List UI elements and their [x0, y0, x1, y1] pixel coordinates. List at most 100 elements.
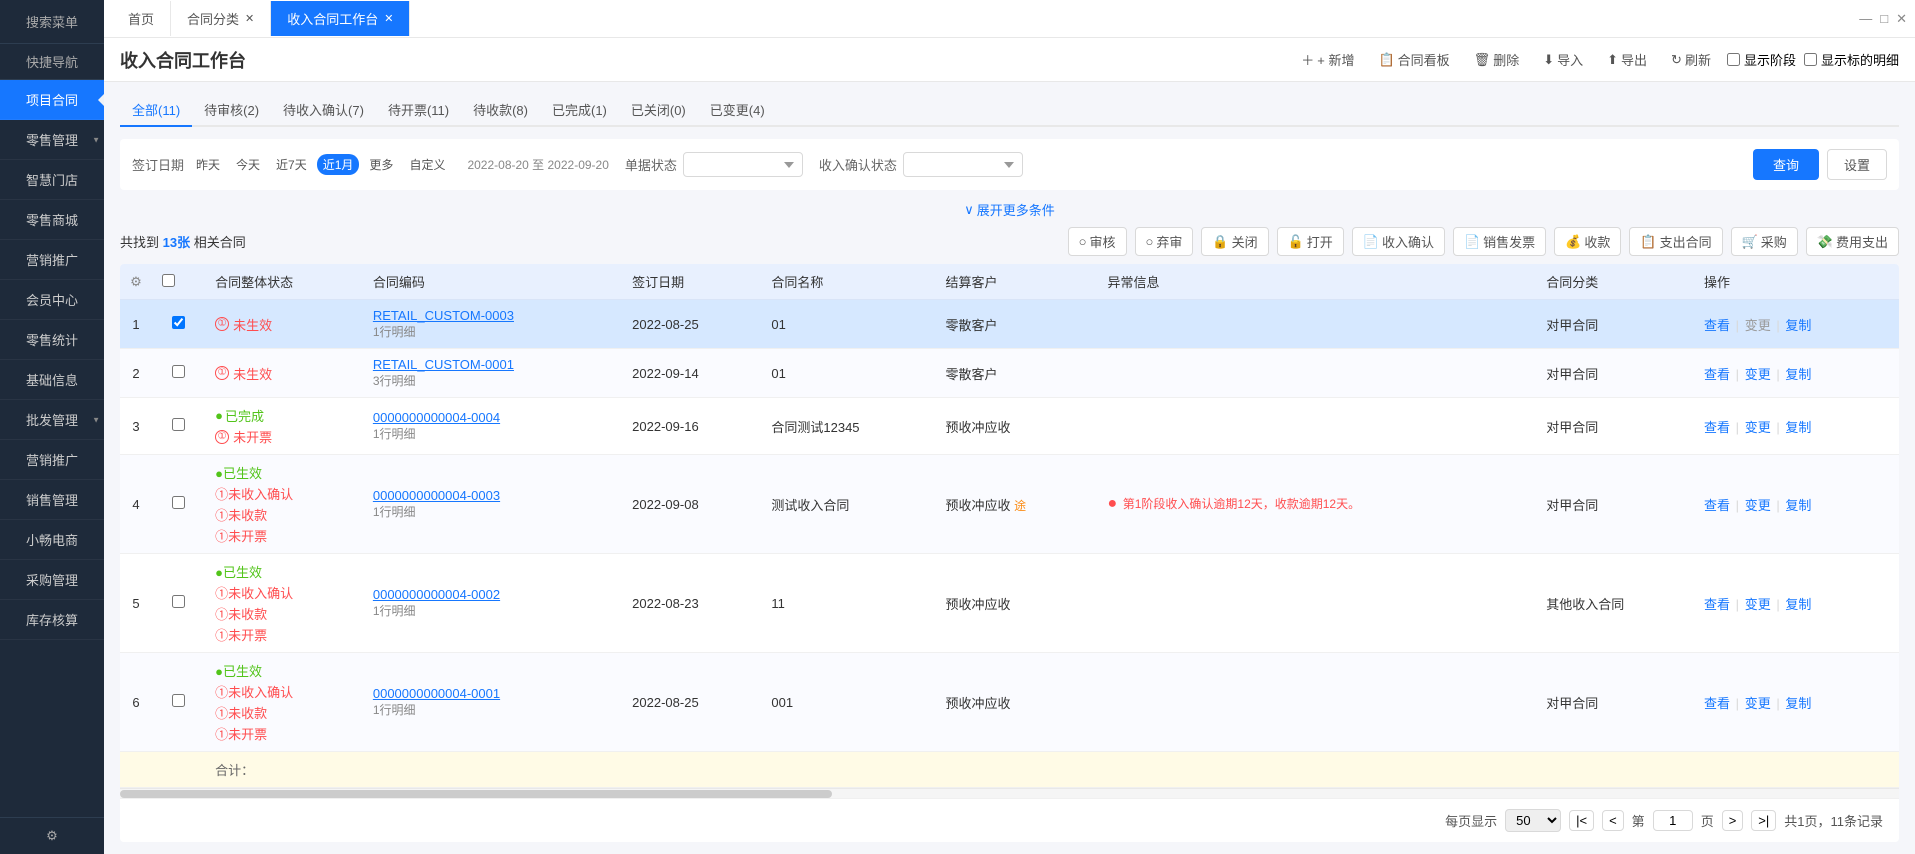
- expand-more-button[interactable]: ∨ 展开更多条件: [964, 200, 1055, 219]
- income-confirm-action-btn[interactable]: 📄 收入确认: [1352, 227, 1445, 256]
- view-btn[interactable]: 查看: [1704, 498, 1730, 513]
- change-btn[interactable]: 变更: [1745, 367, 1771, 382]
- table-scrollbar[interactable]: [120, 788, 1899, 798]
- filter-tab-completed[interactable]: 已完成(1): [540, 94, 619, 127]
- date-opt-custom[interactable]: 自定义: [403, 154, 451, 175]
- contract-link[interactable]: 0000000000004-0004: [373, 410, 500, 425]
- date-opt-today[interactable]: 今天: [230, 154, 266, 175]
- import-button[interactable]: ⬇ 导入: [1535, 46, 1591, 73]
- show-detail-checkbox[interactable]: 显示标的明细: [1804, 50, 1899, 69]
- sidebar-item-marketing[interactable]: 营销推广: [0, 240, 104, 280]
- row-checkbox[interactable]: [172, 694, 185, 707]
- tab-close-contract-type[interactable]: ✕: [245, 12, 254, 25]
- review-action-btn[interactable]: ○ 审核: [1068, 227, 1127, 256]
- change-btn[interactable]: 变更: [1745, 498, 1771, 513]
- sidebar-settings[interactable]: ⚙: [0, 817, 104, 854]
- sidebar-item-sales-mgmt[interactable]: 销售管理: [0, 480, 104, 520]
- date-opt-7days[interactable]: 近7天: [270, 154, 313, 175]
- page-last-btn[interactable]: >|: [1751, 810, 1776, 831]
- change-btn[interactable]: 变更: [1745, 318, 1771, 333]
- query-button[interactable]: 查询: [1753, 149, 1819, 180]
- expense-out-action-btn[interactable]: 📋 支出合同: [1629, 227, 1722, 256]
- copy-btn[interactable]: 复制: [1785, 498, 1811, 513]
- row-checkbox[interactable]: [172, 418, 185, 431]
- abandon-action-btn[interactable]: ○ 弃审: [1135, 227, 1194, 256]
- date-opt-more[interactable]: 更多: [363, 154, 399, 175]
- contract-link[interactable]: 0000000000004-0001: [373, 686, 500, 701]
- sidebar-item-project[interactable]: 项目合同: [0, 80, 104, 120]
- date-opt-1month[interactable]: 近1月: [317, 154, 360, 175]
- sidebar-item-wholesale[interactable]: 批发管理: [0, 400, 104, 440]
- change-btn[interactable]: 变更: [1745, 420, 1771, 435]
- income-confirm-select[interactable]: [903, 152, 1023, 177]
- change-btn[interactable]: 变更: [1745, 696, 1771, 711]
- row-checkbox[interactable]: [172, 316, 185, 329]
- set-button[interactable]: 设置: [1827, 149, 1887, 180]
- sidebar-item-retail-stats[interactable]: 零售统计: [0, 320, 104, 360]
- delete-button[interactable]: 🗑 删除: [1466, 46, 1528, 73]
- tab-income-contract[interactable]: 收入合同工作台 ✕: [271, 1, 410, 36]
- filter-tab-all[interactable]: 全部(11): [120, 94, 192, 127]
- page-prev-btn[interactable]: <: [1602, 810, 1624, 831]
- sidebar-item-sales-promo[interactable]: 营销推广: [0, 440, 104, 480]
- sidebar-item-retail-mall[interactable]: 零售商城: [0, 200, 104, 240]
- tab-contract-type[interactable]: 合同分类 ✕: [171, 1, 271, 36]
- sidebar-item-inventory[interactable]: 库存核算: [0, 600, 104, 640]
- page-first-btn[interactable]: |<: [1569, 810, 1594, 831]
- sidebar-item-purchase[interactable]: 采购管理: [0, 560, 104, 600]
- page-input[interactable]: [1653, 810, 1693, 831]
- contract-link[interactable]: 0000000000004-0002: [373, 587, 500, 602]
- filter-tab-pending-confirm[interactable]: 待收入确认(7): [271, 94, 376, 127]
- refresh-button[interactable]: ↻ 刷新: [1663, 46, 1719, 73]
- filter-tab-changed[interactable]: 已变更(4): [698, 94, 777, 127]
- copy-btn[interactable]: 复制: [1785, 696, 1811, 711]
- sidebar-item-ecommerce[interactable]: 小畅电商: [0, 520, 104, 560]
- filter-tab-pending-invoice[interactable]: 待开票(11): [376, 94, 461, 127]
- show-fields-checkbox[interactable]: 显示阶段: [1727, 50, 1796, 69]
- contract-link[interactable]: RETAIL_CUSTOM-0001: [373, 357, 514, 372]
- doc-status-select[interactable]: [683, 152, 803, 177]
- view-btn[interactable]: 查看: [1704, 597, 1730, 612]
- view-btn[interactable]: 查看: [1704, 696, 1730, 711]
- view-btn[interactable]: 查看: [1704, 367, 1730, 382]
- purchase-action-btn[interactable]: 🛒 采购: [1731, 227, 1798, 256]
- sidebar-item-member[interactable]: 会员中心: [0, 280, 104, 320]
- row-checkbox[interactable]: [172, 365, 185, 378]
- date-opt-yesterday[interactable]: 昨天: [190, 154, 226, 175]
- tab-close-income-contract[interactable]: ✕: [384, 12, 393, 25]
- sidebar-item-smart-store[interactable]: 智慧门店: [0, 160, 104, 200]
- view-btn[interactable]: 查看: [1704, 420, 1730, 435]
- tab-home[interactable]: 首页: [112, 1, 171, 36]
- page-size-select[interactable]: 50 10 20 100: [1505, 809, 1561, 832]
- select-all-checkbox[interactable]: [162, 274, 175, 287]
- sales-invoice-action-btn[interactable]: 📄 销售发票: [1453, 227, 1546, 256]
- sidebar-item-retail-mgmt[interactable]: 零售管理: [0, 120, 104, 160]
- copy-btn[interactable]: 复制: [1785, 318, 1811, 333]
- contract-link[interactable]: RETAIL_CUSTOM-0003: [373, 308, 514, 323]
- sidebar-item-basic-info[interactable]: 基础信息: [0, 360, 104, 400]
- minimize-icon[interactable]: —: [1859, 11, 1872, 26]
- page-next-btn[interactable]: >: [1722, 810, 1744, 831]
- filter-tab-closed[interactable]: 已关闭(0): [619, 94, 698, 127]
- row-checkbox[interactable]: [172, 595, 185, 608]
- maximize-icon[interactable]: □: [1880, 11, 1888, 26]
- payment-action-btn[interactable]: 💰 收款: [1554, 227, 1621, 256]
- copy-btn[interactable]: 复制: [1785, 420, 1811, 435]
- sidebar-search[interactable]: 搜索菜单: [0, 0, 104, 44]
- cost-out-action-btn[interactable]: 💸 费用支出: [1806, 227, 1899, 256]
- close-action-btn[interactable]: 🔒 关闭: [1201, 227, 1268, 256]
- view-btn[interactable]: 查看: [1704, 318, 1730, 333]
- copy-btn[interactable]: 复制: [1785, 367, 1811, 382]
- row-checkbox[interactable]: [172, 496, 185, 509]
- change-btn[interactable]: 变更: [1745, 597, 1771, 612]
- copy-btn[interactable]: 复制: [1785, 597, 1811, 612]
- scrollbar-thumb[interactable]: [120, 790, 832, 798]
- export-button[interactable]: ⬆ 导出: [1599, 46, 1655, 73]
- close-icon[interactable]: ✕: [1896, 11, 1907, 27]
- sidebar-nav[interactable]: 快捷导航: [0, 44, 104, 80]
- filter-tab-pending-payment[interactable]: 待收款(8): [461, 94, 540, 127]
- contract-link[interactable]: 0000000000004-0003: [373, 488, 500, 503]
- board-button[interactable]: 📋 合同看板: [1370, 46, 1457, 73]
- filter-tab-pending-review[interactable]: 待审核(2): [192, 94, 271, 127]
- open-action-btn[interactable]: 🔓 打开: [1277, 227, 1344, 256]
